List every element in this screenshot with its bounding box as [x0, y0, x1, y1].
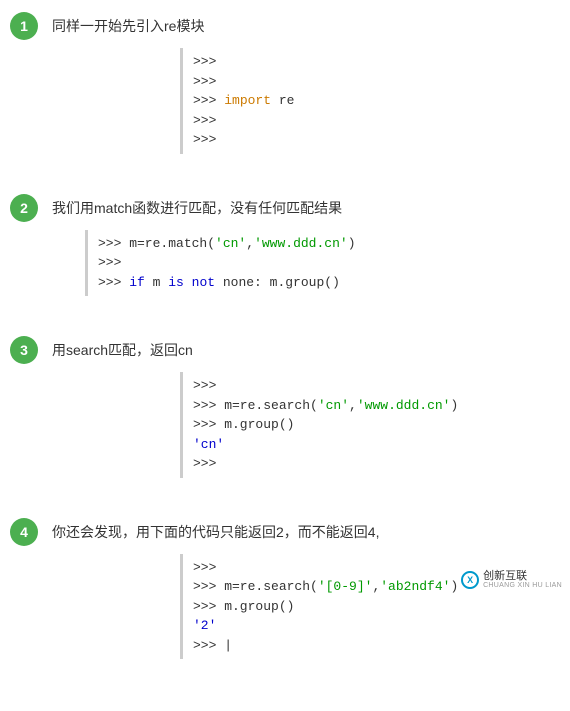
- watermark-logo-icon: X: [461, 571, 479, 589]
- watermark: X 创新互联 CHUANG XIN HU LIAN: [461, 571, 562, 589]
- step-1: 1 同样一开始先引入re模块 >>> >>> >>> import re >>>…: [0, 12, 570, 154]
- watermark-en: CHUANG XIN HU LIAN: [483, 582, 562, 589]
- step-number-badge: 2: [10, 194, 38, 222]
- step-header: 4 你还会发现，用下面的代码只能返回2，而不能返回4,: [0, 518, 570, 546]
- step-title: 你还会发现，用下面的代码只能返回2，而不能返回4,: [52, 522, 379, 542]
- watermark-cn: 创新互联: [483, 571, 562, 582]
- code-block: >>> >>> m=re.search('cn','www.ddd.cn') >…: [180, 372, 570, 478]
- step-number-badge: 1: [10, 12, 38, 40]
- step-title: 我们用match函数进行匹配，没有任何匹配结果: [52, 198, 342, 218]
- step-number-badge: 3: [10, 336, 38, 364]
- code-block: >>> >>> >>> import re >>> >>>: [180, 48, 570, 154]
- watermark-text: 创新互联 CHUANG XIN HU LIAN: [483, 571, 562, 589]
- step-header: 1 同样一开始先引入re模块: [0, 12, 570, 40]
- code-block: >>> m=re.match('cn','www.ddd.cn') >>> >>…: [85, 230, 570, 297]
- step-number-badge: 4: [10, 518, 38, 546]
- step-3: 3 用search匹配，返回cn >>> >>> m=re.search('cn…: [0, 336, 570, 478]
- step-header: 3 用search匹配，返回cn: [0, 336, 570, 364]
- step-title: 同样一开始先引入re模块: [52, 16, 204, 36]
- step-2: 2 我们用match函数进行匹配，没有任何匹配结果 >>> m=re.match…: [0, 194, 570, 297]
- step-title: 用search匹配，返回cn: [52, 340, 193, 360]
- step-header: 2 我们用match函数进行匹配，没有任何匹配结果: [0, 194, 570, 222]
